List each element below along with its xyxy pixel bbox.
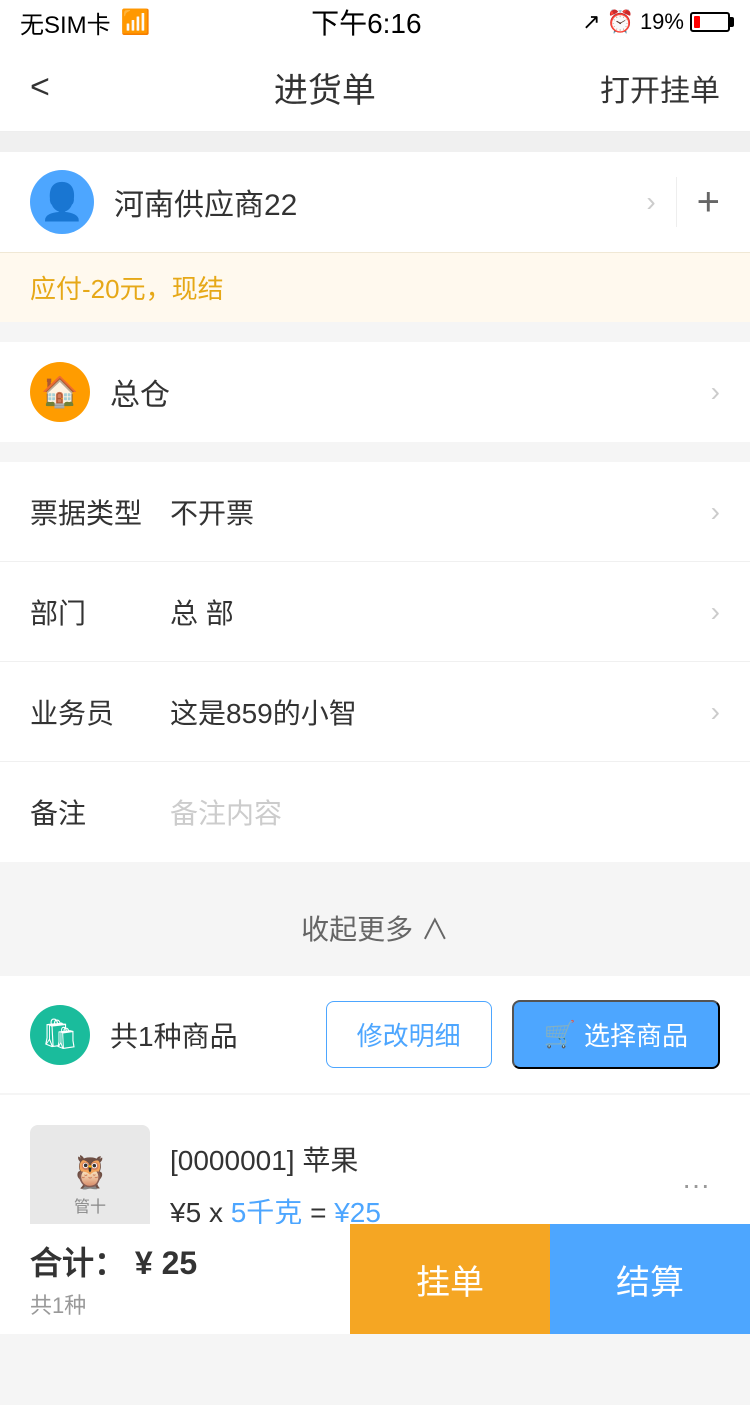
battery-icon (690, 12, 730, 32)
warehouse-icon: 🏠 (30, 362, 90, 422)
select-product-button[interactable]: 🛒 选择商品 (512, 1000, 720, 1069)
carrier-text: 无SIM卡 (20, 5, 111, 40)
status-bar: 无SIM卡 📶 下午6:16 ↗ ⏰ 19% (0, 0, 750, 44)
total-value: ¥ 25 (135, 1245, 197, 1281)
form-section: 票据类型 不开票 › 部门 总 部 › 业务员 这是859的小智 › 备注 备注… (0, 462, 750, 862)
owl-text: 管十 (74, 1193, 106, 1217)
invoice-value: 不开票 (150, 492, 711, 532)
product-code: [0000001] (170, 1145, 295, 1176)
product-more-button[interactable]: ··· (672, 1159, 720, 1211)
top-divider (0, 132, 750, 152)
product-header: 🛍 共1种商品 修改明细 🛒 选择商品 (0, 976, 750, 1093)
product-info: [0000001] 苹果 ¥5 x 5千克 = ¥25 (170, 1139, 652, 1231)
supplier-name: 河南供应商22 (114, 180, 646, 224)
bottom-total: 合计： ¥ 25 共1种 (0, 1224, 350, 1334)
cart-icon: 🛒 (544, 1019, 576, 1050)
collapse-button[interactable]: 收起更多 ∧ (0, 882, 750, 974)
payment-hint: 应付-20元，现结 (0, 252, 750, 322)
warehouse-chevron-icon: › (711, 376, 720, 408)
department-value: 总 部 (150, 592, 711, 632)
alarm-icon: ⏰ (607, 9, 634, 35)
supplier-avatar: 👤 (30, 170, 94, 234)
supplier-row[interactable]: 👤 河南供应商22 › + (0, 152, 750, 252)
avatar-icon: 👤 (40, 181, 85, 223)
remark-label: 备注 (30, 792, 150, 832)
product-name: [0000001] 苹果 (170, 1139, 652, 1179)
remark-input[interactable]: 备注内容 (150, 792, 720, 832)
total-label: 合计： (30, 1245, 126, 1281)
department-label: 部门 (30, 592, 150, 632)
total-sub: 共1种 (30, 1288, 320, 1320)
salesman-value: 这是859的小智 (150, 692, 711, 732)
page-title: 进货单 (274, 63, 376, 112)
invoice-chevron-icon: › (711, 496, 720, 528)
salesman-row[interactable]: 业务员 这是859的小智 › (0, 662, 750, 762)
invoice-row[interactable]: 票据类型 不开票 › (0, 462, 750, 562)
warehouse-home-icon: 🏠 (41, 375, 78, 410)
salesman-label: 业务员 (30, 692, 150, 732)
department-row[interactable]: 部门 总 部 › (0, 562, 750, 662)
add-supplier-button[interactable]: + (697, 180, 720, 225)
vertical-divider (676, 177, 677, 227)
wifi-icon: 📶 (121, 8, 151, 37)
invoice-label: 票据类型 (30, 492, 150, 532)
salesman-chevron-icon: › (711, 696, 720, 728)
owl-icon: 🦉 (70, 1153, 110, 1191)
owl-logo: 🦉 管十 (70, 1153, 110, 1217)
total-main: 合计： ¥ 25 (30, 1238, 320, 1284)
modify-detail-button[interactable]: 修改明细 (326, 1001, 492, 1068)
back-button[interactable]: < (30, 68, 50, 107)
checkout-button[interactable]: 结算 (550, 1224, 750, 1334)
product-count-text: 共1种商品 (110, 1015, 306, 1055)
remark-row[interactable]: 备注 备注内容 (0, 762, 750, 862)
status-time: 下午6:16 (311, 2, 422, 42)
pending-button[interactable]: 挂单 (350, 1224, 550, 1334)
open-pending-button[interactable]: 打开挂单 (600, 66, 720, 110)
nav-bar: < 进货单 打开挂单 (0, 44, 750, 132)
supplier-chevron-icon: › (646, 186, 655, 218)
warehouse-name: 总仓 (110, 370, 711, 414)
bag-icon: 🛍 (41, 1017, 79, 1052)
location-icon: ↗ (582, 9, 600, 35)
status-left: 无SIM卡 📶 (20, 5, 151, 40)
product-count-icon: 🛍 (30, 1005, 90, 1065)
warehouse-row[interactable]: 🏠 总仓 › (0, 342, 750, 442)
bottom-bar: 合计： ¥ 25 共1种 挂单 结算 (0, 1224, 750, 1334)
department-chevron-icon: › (711, 596, 720, 628)
select-product-label: 选择商品 (584, 1016, 688, 1053)
product-title: 苹果 (302, 1145, 358, 1176)
battery-percent: 19% (640, 9, 684, 35)
status-right: ↗ ⏰ 19% (582, 9, 730, 35)
